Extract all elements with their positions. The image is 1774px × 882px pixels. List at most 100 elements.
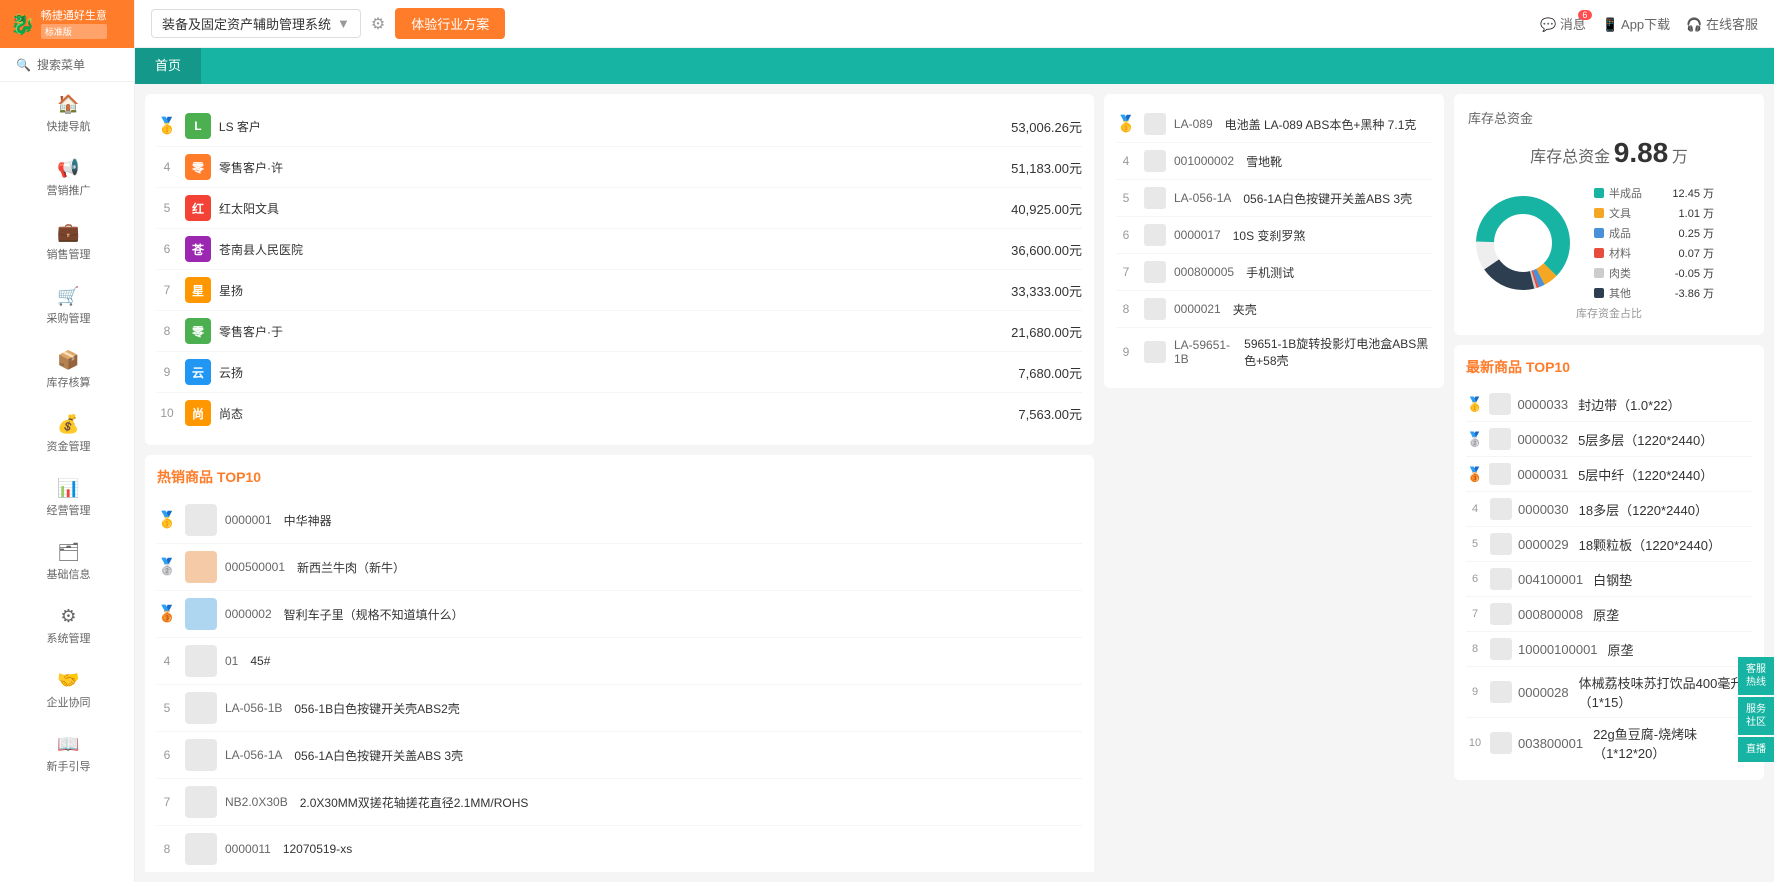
new-product-row: 🥇 0000033 封边带（1.0*22） [1466, 387, 1752, 422]
legend-value: 12.45 万 [1672, 185, 1714, 201]
sidebar-item-库存核算[interactable]: 📦库存核算 [0, 338, 134, 402]
new-products-card: 最新商品 TOP10 🥇 0000033 封边带（1.0*22） 🥈 00000… [1454, 345, 1764, 780]
rank-number: 10 [157, 406, 177, 420]
rank-number: 7 [1466, 608, 1484, 620]
customer-ranking-row: 5 红 红太阳文具 40,925.00元 [157, 188, 1082, 229]
rank-number: 7 [1116, 265, 1136, 279]
messages-badge-wrap[interactable]: 💬 消息 6 [1540, 14, 1586, 33]
product-code: 0000033 [1517, 397, 1568, 412]
hot-product-row: 7 NB2.0X30B 2.0X30MM双搓花轴搓花直径2.1MM/ROHS [157, 779, 1082, 826]
product-code: 0000030 [1518, 502, 1569, 517]
tab-home[interactable]: 首页 [135, 48, 201, 84]
online-service-link[interactable]: 🎧 在线客服 [1686, 14, 1758, 33]
product-name: 白钢垫 [1593, 570, 1632, 589]
float-button-服务社区[interactable]: 服务社区 [1738, 697, 1774, 735]
rank-avatar: 红 [185, 195, 211, 221]
rank-number: 6 [157, 748, 177, 762]
rank-number: 4 [157, 654, 177, 668]
product-code: 0000028 [1518, 685, 1569, 700]
product-name: 12070519-xs [283, 842, 352, 856]
rank-number: 6 [1466, 573, 1484, 585]
legend-item: 半成品 12.45 万 [1594, 185, 1714, 201]
trial-button[interactable]: 体验行业方案 [395, 8, 505, 39]
sidebar-item-经营管理[interactable]: 📊经营管理 [0, 466, 134, 530]
float-button-直播[interactable]: 直播 [1738, 737, 1774, 762]
legend-color [1594, 248, 1604, 258]
logo-edition: 标准版 [41, 24, 107, 39]
rank-number: 6 [1116, 228, 1136, 242]
rank-name: 零售客户·于 [219, 323, 1003, 340]
rank-number: 5 [1116, 191, 1136, 205]
app-download-link[interactable]: 📱 App下载 [1602, 14, 1670, 33]
nav-icon: 🏠 [57, 94, 79, 115]
search-icon: 🔍 [16, 58, 31, 72]
rank-number: 8 [157, 324, 177, 338]
main-wrap: 装备及固定资产辅助管理系统 ▼ ⚙ 体验行业方案 💬 消息 6 📱 App下载 … [135, 0, 1774, 882]
sidebar-search[interactable]: 🔍 搜索菜单 [0, 48, 134, 82]
customer-ranking-row: 10 尚 尚态 7,563.00元 [157, 393, 1082, 433]
sidebar-item-系统管理[interactable]: ⚙系统管理 [0, 594, 134, 658]
product-icon [1144, 224, 1166, 246]
product-image [185, 692, 217, 724]
product-code: NB2.0X30B [225, 795, 288, 809]
sidebar-item-资金管理[interactable]: 💰资金管理 [0, 402, 134, 466]
product-name: 雪地靴 [1246, 153, 1282, 170]
hot-products-card: 热销商品 TOP10 🥇 0000001 中华神器 🥈 000500001 新西… [145, 455, 1094, 872]
legend-color [1594, 228, 1604, 238]
sidebar-item-企业协同[interactable]: 🤝企业协同 [0, 658, 134, 722]
product-icon [1490, 603, 1512, 625]
hot-product-row: 🥇 0000001 中华神器 [157, 497, 1082, 544]
nav-icon: 📢 [57, 158, 79, 179]
sidebar-item-基础信息[interactable]: 🗂基础信息 [0, 530, 134, 594]
new-product-row: 9 0000028 体械荔枝味苏打饮品400毫升（1*15） [1466, 667, 1752, 718]
mid-hot-products-list: 🥇 LA-089 电池盖 LA-089 ABS本色+黑种 7.1克 4 0010… [1116, 106, 1432, 376]
inventory-title: 库存总资金 [1468, 108, 1750, 127]
product-icon [1144, 261, 1166, 283]
medal-icon: 🥈 [1466, 431, 1483, 448]
sidebar-item-采购管理[interactable]: 🛒采购管理 [0, 274, 134, 338]
legend-item: 肉类 -0.05 万 [1594, 265, 1714, 281]
product-name: 中华神器 [284, 512, 332, 529]
inventory-subtitle: 库存资金占比 [1468, 305, 1750, 321]
mid-product-row: 6 0000017 10S 变刹罗煞 [1116, 217, 1432, 254]
sidebar-nav: 🏠快捷导航📢营销推广💼销售管理🛒采购管理📦库存核算💰资金管理📊经营管理🗂基础信息… [0, 82, 134, 882]
rank-avatar: 星 [185, 277, 211, 303]
inventory-amount: 9.88 [1614, 137, 1669, 168]
product-code: 0000021 [1174, 302, 1221, 316]
rank-avatar: L [185, 113, 211, 139]
medal-icon: 🥈 [157, 557, 177, 577]
product-name: 5层中纤（1220*2440） [1578, 465, 1713, 484]
system-title-selector[interactable]: 装备及固定资产辅助管理系统 ▼ [151, 9, 361, 38]
sidebar-item-快捷导航[interactable]: 🏠快捷导航 [0, 82, 134, 146]
sidebar-item-销售管理[interactable]: 💼销售管理 [0, 210, 134, 274]
product-code: 0000017 [1174, 228, 1221, 242]
new-product-row: 8 10000100001 原垄 [1466, 632, 1752, 667]
float-button-客服热线[interactable]: 客服热线 [1738, 657, 1774, 695]
hot-product-row: 8 0000011 12070519-xs [157, 826, 1082, 872]
product-image [185, 598, 217, 630]
product-code: 0000031 [1517, 467, 1568, 482]
product-icon [1490, 533, 1512, 555]
new-product-row: 6 004100001 白钢垫 [1466, 562, 1752, 597]
rank-name: 红太阳文具 [219, 200, 1003, 217]
legend-value: -0.05 万 [1675, 265, 1714, 281]
legend-label: 成品 [1609, 225, 1674, 241]
rank-amount: 7,563.00元 [1018, 404, 1082, 423]
gear-icon[interactable]: ⚙ [371, 14, 385, 34]
product-icon [1489, 428, 1511, 450]
legend-color [1594, 188, 1604, 198]
right-panel: 库存总资金 库存总资金 9.88 万 [1454, 94, 1764, 872]
nav-icon: 🗂 [57, 542, 80, 563]
rank-avatar: 云 [185, 359, 211, 385]
rank-avatar: 零 [185, 154, 211, 180]
sidebar-item-营销推广[interactable]: 📢营销推广 [0, 146, 134, 210]
sidebar: 🐉 畅捷通好生意 标准版 🔍 搜索菜单 🏠快捷导航📢营销推广💼销售管理🛒采购管理… [0, 0, 135, 882]
new-products-title: 最新商品 TOP10 [1466, 357, 1752, 377]
mid-product-row: 🥇 LA-089 电池盖 LA-089 ABS本色+黑种 7.1克 [1116, 106, 1432, 143]
rank-amount: 36,600.00元 [1011, 240, 1082, 259]
rank-number: 4 [157, 160, 177, 174]
medal-icon: 🥇 [157, 510, 177, 530]
product-code: 000800008 [1518, 607, 1583, 622]
rank-name: 云扬 [219, 364, 1010, 381]
sidebar-item-新手引导[interactable]: 📖新手引导 [0, 722, 134, 786]
